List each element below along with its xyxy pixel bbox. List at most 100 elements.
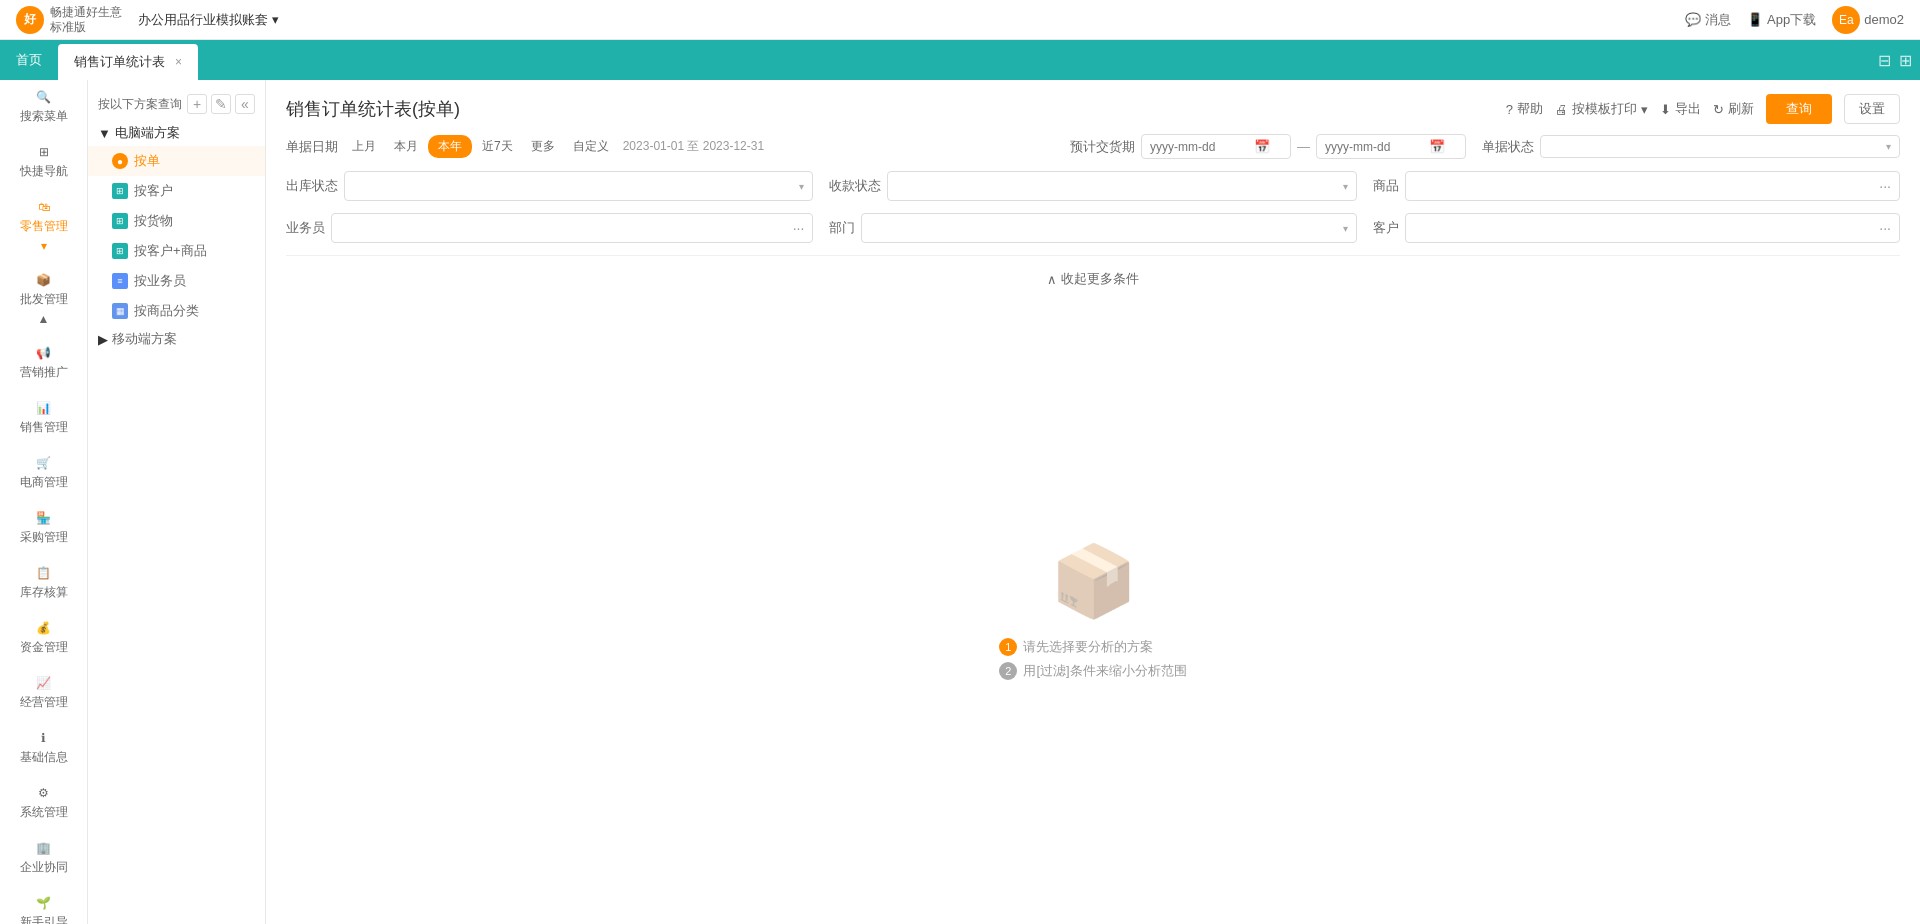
user-menu-btn[interactable]: Ea demo2 bbox=[1832, 6, 1904, 34]
export-icon: ⬇ bbox=[1660, 102, 1671, 117]
add-scheme-btn[interactable]: + bbox=[187, 94, 207, 114]
sidebar-ecommerce[interactable]: 🛒 电商管理 bbox=[0, 446, 87, 501]
date-from-input[interactable] bbox=[1150, 140, 1250, 154]
expected-date-to[interactable]: 📅 bbox=[1316, 134, 1466, 159]
right-panel: 销售订单统计表(按单) ? 帮助 🖨 按模板打印 ▾ ⬇ bbox=[266, 80, 1920, 924]
scheme-category-mobile[interactable]: ▶ 移动端方案 bbox=[88, 326, 265, 352]
scheme-item-by-customer-goods[interactable]: ⊞ 按客户+商品 bbox=[88, 236, 265, 266]
collapse-scheme-btn[interactable]: « bbox=[235, 94, 255, 114]
finance-icon: 💰 bbox=[36, 621, 51, 635]
chevron-icon2: ▲ bbox=[38, 312, 50, 326]
page-title-row: 销售订单统计表(按单) ? 帮助 🖨 按模板打印 ▾ ⬇ bbox=[286, 94, 1900, 124]
refresh-btn[interactable]: ↻ 刷新 bbox=[1713, 100, 1754, 118]
print-icon: 🖨 bbox=[1555, 102, 1568, 117]
search-icon: 🔍 bbox=[36, 90, 51, 104]
logo-icon: 好 bbox=[16, 6, 44, 34]
salesman-select[interactable]: ··· bbox=[331, 213, 813, 243]
sidebar-purchase[interactable]: 🏪 采购管理 bbox=[0, 501, 87, 556]
payment-status-select[interactable]: ▾ bbox=[887, 171, 1356, 201]
message-icon: 💬 bbox=[1685, 12, 1701, 27]
info-icon: ℹ bbox=[41, 731, 46, 745]
this-month-btn[interactable]: 本月 bbox=[386, 135, 426, 158]
refresh-icon: ↻ bbox=[1713, 102, 1724, 117]
expected-date-label: 预计交货期 bbox=[1070, 138, 1135, 156]
sales-icon: 📊 bbox=[36, 401, 51, 415]
scheme-icon-grid3: ⊞ bbox=[112, 243, 128, 259]
chevron-down-icon: ▾ bbox=[272, 12, 279, 27]
marketing-icon: 📢 bbox=[36, 346, 51, 360]
sidebar-sales-mgmt[interactable]: 📊 销售管理 bbox=[0, 391, 87, 446]
sidebar-inventory[interactable]: 📋 库存核算 bbox=[0, 556, 87, 611]
sidebar-enterprise[interactable]: 🏢 企业协同 bbox=[0, 831, 87, 886]
message-btn[interactable]: 💬 消息 bbox=[1685, 11, 1731, 29]
goods-select[interactable]: ··· bbox=[1405, 171, 1900, 201]
scheme-category-pc[interactable]: ▼ 电脑端方案 bbox=[88, 120, 265, 146]
filter-department: 部门 ▾ bbox=[829, 213, 1356, 243]
department-select[interactable]: ▾ bbox=[861, 213, 1356, 243]
more-date-btn[interactable]: 更多 bbox=[523, 135, 563, 158]
salesman-ellipsis: ··· bbox=[793, 220, 805, 236]
expected-date-from[interactable]: 📅 bbox=[1141, 134, 1291, 159]
page-title: 销售订单统计表(按单) bbox=[286, 97, 460, 121]
query-btn[interactable]: 查询 bbox=[1766, 94, 1832, 124]
scheme-item-by-goods[interactable]: ⊞ 按货物 bbox=[88, 206, 265, 236]
sidebar-marketing[interactable]: 📢 营销推广 bbox=[0, 336, 87, 391]
settings-btn[interactable]: 设置 bbox=[1844, 94, 1900, 124]
customer-select[interactable]: ··· bbox=[1405, 213, 1900, 243]
scheme-icon-circle: ● bbox=[112, 153, 128, 169]
nav-icon: ⊞ bbox=[39, 145, 49, 159]
customer-label: 客户 bbox=[1373, 219, 1399, 237]
tab-sales-order-stats[interactable]: 销售订单统计表 × bbox=[58, 44, 198, 80]
download-icon: 📱 bbox=[1747, 12, 1763, 27]
ops-icon: 📈 bbox=[36, 676, 51, 690]
ship-status-label: 出库状态 bbox=[286, 177, 338, 195]
sidebar-wholesale-mgmt[interactable]: 📦 批发管理 ▲ bbox=[0, 263, 87, 336]
filter-card: 销售订单统计表(按单) ? 帮助 🖨 按模板打印 ▾ ⬇ bbox=[266, 80, 1920, 302]
top-bar-right: 💬 消息 📱 App下载 Ea demo2 bbox=[1685, 6, 1904, 34]
this-year-btn[interactable]: 本年 bbox=[428, 135, 472, 158]
sidebar-basic-info[interactable]: ℹ 基础信息 bbox=[0, 721, 87, 776]
tab-bar-actions: ⊟ ⊞ bbox=[1878, 51, 1920, 70]
app-selector[interactable]: 办公用品行业模拟账套 ▾ bbox=[130, 7, 287, 33]
maximize-btn[interactable]: ⊞ bbox=[1899, 51, 1912, 70]
sidebar-newbie[interactable]: 🌱 新手引导 bbox=[0, 886, 87, 924]
tab-close-btn[interactable]: × bbox=[175, 55, 182, 69]
scheme-icon-grid2: ⊞ bbox=[112, 213, 128, 229]
minimize-btn[interactable]: ⊟ bbox=[1878, 51, 1891, 70]
payment-chevron: ▾ bbox=[1343, 181, 1348, 192]
empty-illustration: 📦 bbox=[1050, 540, 1137, 622]
tip-num-1: 1 bbox=[999, 638, 1017, 656]
tab-home[interactable]: 首页 bbox=[0, 40, 58, 80]
scheme-header-actions: + ✎ « bbox=[187, 94, 255, 114]
system-icon: ⚙ bbox=[38, 786, 49, 800]
last-7-days-btn[interactable]: 近7天 bbox=[474, 135, 521, 158]
export-btn[interactable]: ⬇ 导出 bbox=[1660, 100, 1701, 118]
date-to-input[interactable] bbox=[1325, 140, 1425, 154]
sidebar-retail-mgmt[interactable]: 🛍 零售管理 ▾ bbox=[0, 190, 87, 263]
sidebar-system[interactable]: ⚙ 系统管理 bbox=[0, 776, 87, 831]
sidebar-operations[interactable]: 📈 经营管理 bbox=[0, 666, 87, 721]
print-btn[interactable]: 🖨 按模板打印 ▾ bbox=[1555, 100, 1648, 118]
collapse-filters-btn[interactable]: ∧ 收起更多条件 bbox=[286, 262, 1900, 296]
scheme-item-by-order[interactable]: ● 按单 bbox=[88, 146, 265, 176]
scheme-item-by-goods-category[interactable]: ▦ 按商品分类 bbox=[88, 296, 265, 326]
order-status-select[interactable]: ▾ bbox=[1540, 135, 1900, 158]
empty-tips: 1 请先选择要分析的方案 2 用[过滤]条件来缩小分析范围 bbox=[999, 638, 1186, 686]
custom-date-btn[interactable]: 自定义 bbox=[565, 135, 617, 158]
calendar-icon1: 📅 bbox=[1254, 139, 1270, 154]
scheme-item-by-customer[interactable]: ⊞ 按客户 bbox=[88, 176, 265, 206]
app-download-btn[interactable]: 📱 App下载 bbox=[1747, 11, 1816, 29]
ship-status-select[interactable]: ▾ bbox=[344, 171, 813, 201]
edit-scheme-btn[interactable]: ✎ bbox=[211, 94, 231, 114]
sidebar-quick-nav[interactable]: ⊞ 快捷导航 bbox=[0, 135, 87, 190]
page-actions: ? 帮助 🖨 按模板打印 ▾ ⬇ 导出 ↻ bbox=[1506, 94, 1900, 124]
last-month-btn[interactable]: 上月 bbox=[344, 135, 384, 158]
scheme-item-by-salesman[interactable]: ≡ 按业务员 bbox=[88, 266, 265, 296]
filter-collapse-row: ∧ 收起更多条件 bbox=[286, 255, 1900, 302]
sidebar-finance[interactable]: 💰 资金管理 bbox=[0, 611, 87, 666]
expand-icon: ▼ bbox=[98, 126, 111, 141]
sidebar-search[interactable]: 🔍 搜索菜单 bbox=[0, 80, 87, 135]
inventory-icon: 📋 bbox=[36, 566, 51, 580]
filter-row-2: 出库状态 ▾ 收款状态 ▾ 商品 bbox=[286, 171, 1900, 201]
help-btn[interactable]: ? 帮助 bbox=[1506, 100, 1543, 118]
